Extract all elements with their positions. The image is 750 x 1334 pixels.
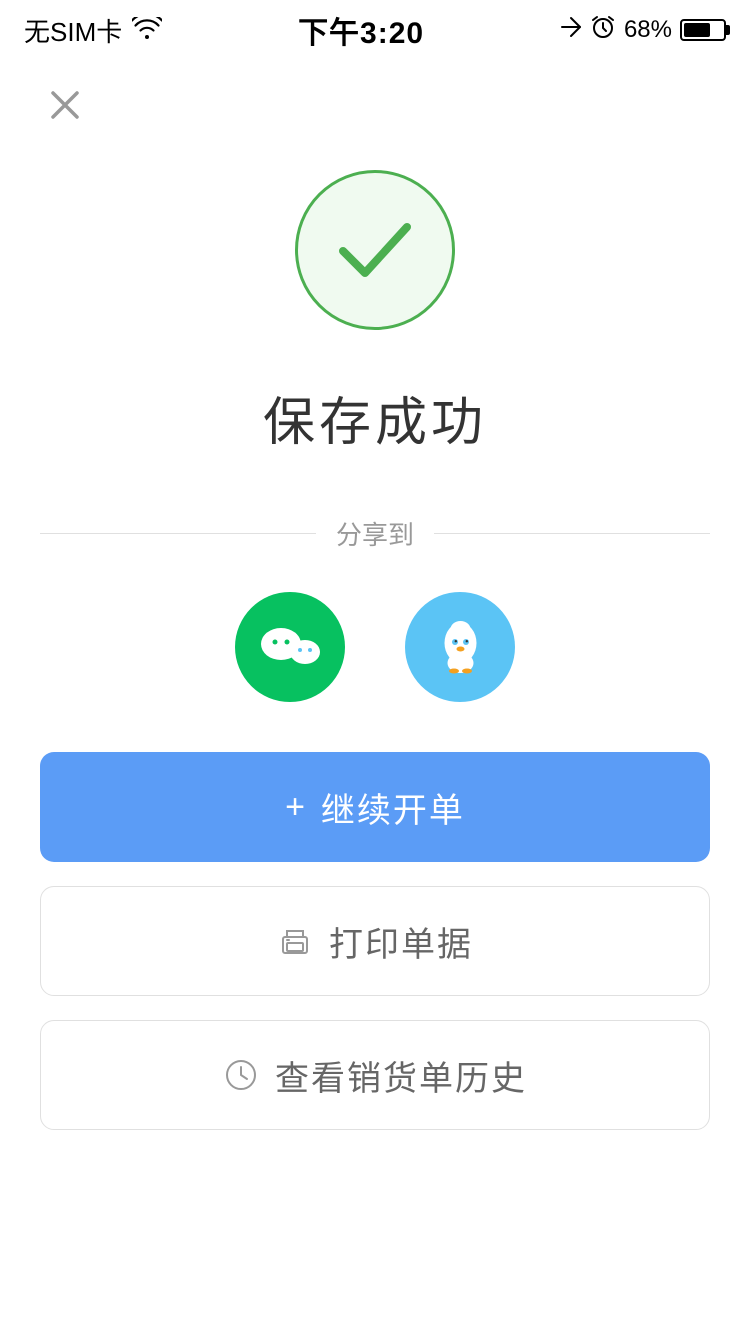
wifi-icon — [132, 15, 162, 46]
battery-percent: 68% — [624, 16, 672, 44]
status-left: 无SIM卡 — [24, 12, 162, 49]
continue-order-button[interactable]: + 继续开单 — [40, 752, 710, 862]
status-time: 下午3:20 — [298, 8, 424, 52]
alarm-icon — [590, 14, 616, 47]
qq-share-button[interactable] — [405, 592, 515, 702]
history-button[interactable]: 查看销货单历史 — [40, 1020, 710, 1130]
plus-icon: + — [285, 788, 305, 827]
actions: + 继续开单 打印单据 查看销货单历史 — [40, 752, 710, 1130]
close-button[interactable] — [40, 80, 90, 130]
share-divider: 分享到 — [40, 515, 710, 552]
main-content: 保存成功 分享到 — [0, 60, 750, 1170]
printer-icon — [277, 923, 313, 959]
print-label: 打印单据 — [329, 917, 473, 966]
status-bar: 无SIM卡 下午3:20 68% — [0, 0, 750, 60]
close-button-wrapper — [40, 80, 710, 130]
continue-order-label: 继续开单 — [321, 783, 465, 832]
share-label: 分享到 — [336, 515, 414, 552]
success-circle — [295, 170, 455, 330]
location-icon — [560, 16, 582, 45]
share-section: 分享到 — [40, 515, 710, 702]
success-title: 保存成功 — [263, 380, 487, 455]
carrier-text: 无SIM卡 — [24, 12, 122, 49]
wechat-share-button[interactable] — [235, 592, 345, 702]
status-right: 68% — [560, 14, 726, 47]
share-icons — [40, 592, 710, 702]
checkmark-icon — [335, 215, 415, 285]
clock-icon — [223, 1057, 259, 1093]
history-label: 查看销货单历史 — [275, 1051, 527, 1100]
battery-icon — [680, 19, 726, 41]
print-button[interactable]: 打印单据 — [40, 886, 710, 996]
